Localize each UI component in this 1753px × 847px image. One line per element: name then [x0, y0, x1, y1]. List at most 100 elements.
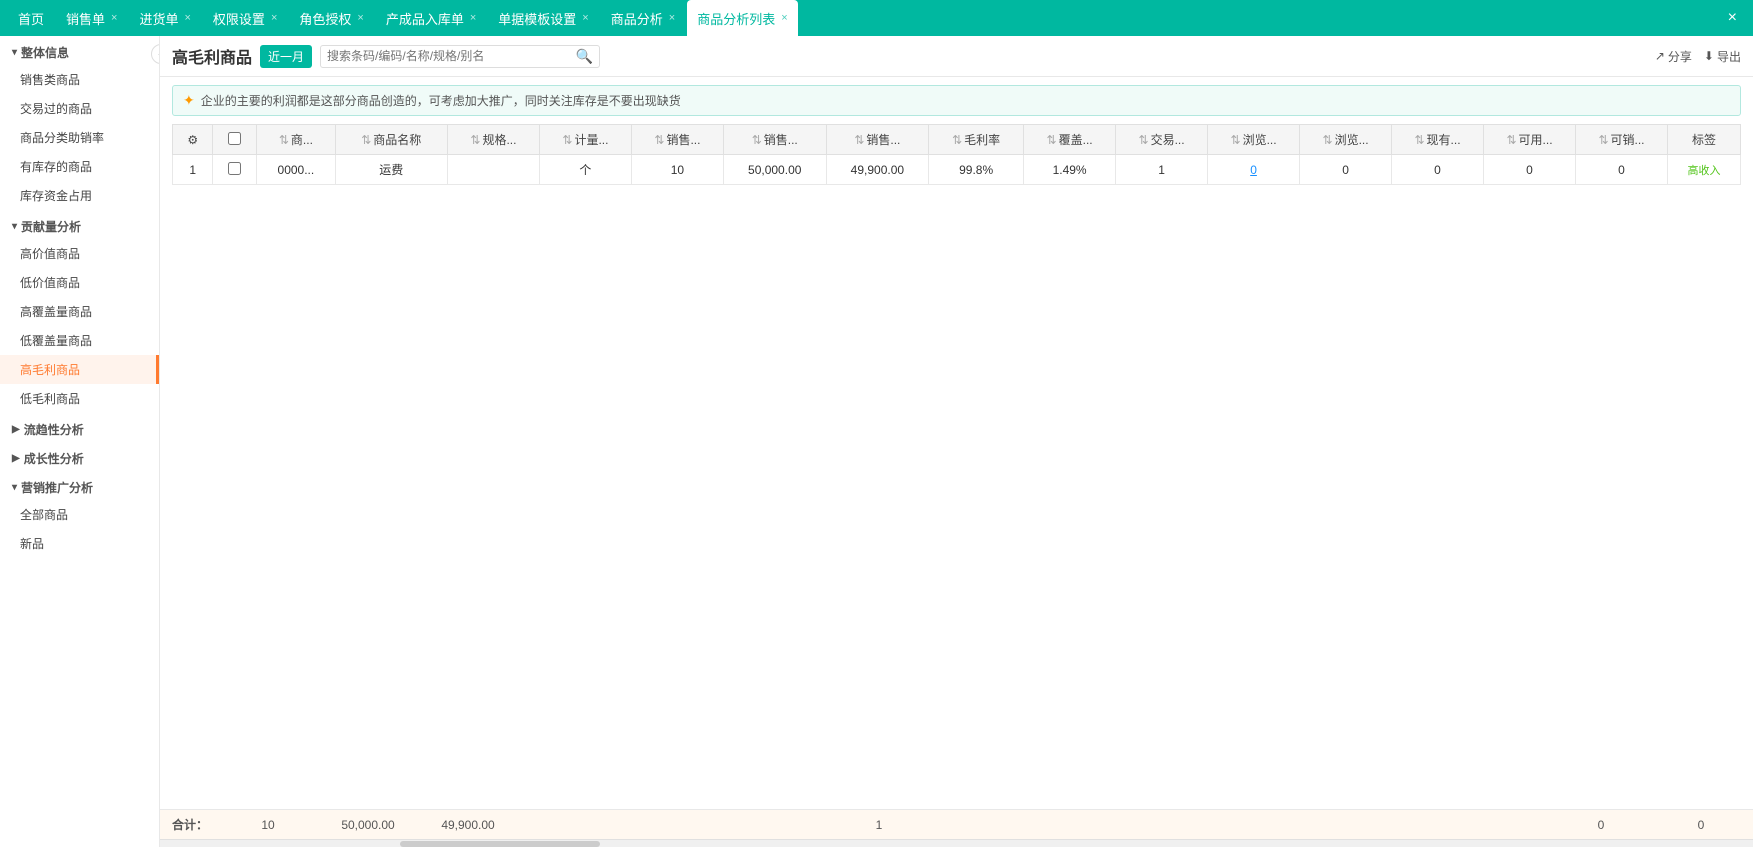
- header-actions: ↗ 分享 ⬇ 导出: [1655, 48, 1741, 65]
- roles-label: 角色授权: [299, 9, 351, 28]
- close-analysis-list-icon[interactable]: ×: [781, 12, 787, 24]
- high-value-label: 高价值商品: [20, 247, 80, 261]
- col-checkbox[interactable]: [213, 125, 257, 155]
- sort-icon: ⇅: [654, 133, 664, 147]
- cell-browse1[interactable]: 0: [1208, 155, 1300, 185]
- share-button[interactable]: ↗ 分享: [1655, 48, 1692, 65]
- search-input[interactable]: [327, 49, 572, 63]
- nav-tab-roles[interactable]: 角色授权 ×: [289, 0, 373, 36]
- scrollbar-thumb[interactable]: [400, 841, 600, 847]
- sidebar-group-trend[interactable]: ▶ 流趋性分析: [0, 413, 159, 442]
- sidebar-group-contribution[interactable]: ▾ 贡献量分析: [0, 210, 159, 239]
- trend-arrow-icon: ▶: [12, 424, 20, 435]
- cell-unit: 个: [539, 155, 631, 185]
- sidebar-item-new-products[interactable]: 新品: [0, 529, 159, 558]
- close-roles-icon[interactable]: ×: [357, 12, 363, 24]
- sort-icon: ⇅: [854, 133, 864, 147]
- col-sales-amount[interactable]: ⇅ 销售...: [723, 125, 826, 155]
- close-purchase-icon[interactable]: ×: [184, 12, 190, 24]
- low-margin-label: 低毛利商品: [20, 392, 80, 406]
- cell-seq: 1: [173, 155, 213, 185]
- nav-tab-finished-goods[interactable]: 产成品入库单 ×: [376, 0, 486, 36]
- export-icon: ⬇: [1704, 49, 1714, 63]
- close-sales-icon[interactable]: ×: [111, 12, 117, 24]
- close-permissions-icon[interactable]: ×: [271, 12, 277, 24]
- col-coverage[interactable]: ⇅ 覆盖...: [1024, 125, 1116, 155]
- col-margin-rate[interactable]: ⇅ 毛利率: [929, 125, 1024, 155]
- col-available[interactable]: ⇅ 可用...: [1484, 125, 1576, 155]
- growth-group-label: 成长性分析: [24, 450, 84, 467]
- nav-tab-product-analysis[interactable]: 商品分析 ×: [601, 0, 685, 36]
- export-button[interactable]: ⬇ 导出: [1704, 48, 1741, 65]
- close-template-icon[interactable]: ×: [582, 12, 588, 24]
- sidebar-item-sales-products[interactable]: 销售类商品: [0, 65, 159, 94]
- sort-icon: ⇅: [1139, 133, 1149, 147]
- footer-current-stock: 0: [1561, 818, 1641, 832]
- close-finished-goods-icon[interactable]: ×: [470, 12, 476, 24]
- sidebar-item-in-stock[interactable]: 有库存的商品: [0, 152, 159, 181]
- col-transactions[interactable]: ⇅ 交易...: [1116, 125, 1208, 155]
- contribution-group-label: 贡献量分析: [21, 218, 81, 235]
- sidebar-group-growth[interactable]: ▶ 成长性分析: [0, 442, 159, 471]
- col-sales-cost[interactable]: ⇅ 销售...: [826, 125, 929, 155]
- sidebar-item-category-rate[interactable]: 商品分类助销率: [0, 123, 159, 152]
- col-code[interactable]: ⇅ 商...: [257, 125, 335, 155]
- col-settings[interactable]: ⚙: [173, 125, 213, 155]
- horizontal-scrollbar[interactable]: [160, 839, 1753, 847]
- footer-sales-qty: 10: [228, 818, 308, 832]
- nav-tab-template-settings[interactable]: 单据模板设置 ×: [488, 0, 598, 36]
- sort-icon: ⇅: [1231, 133, 1241, 147]
- sidebar-item-high-coverage[interactable]: 高覆盖量商品: [0, 297, 159, 326]
- window-close-button[interactable]: ×: [1720, 9, 1745, 27]
- nav-tab-sales[interactable]: 销售单 ×: [56, 0, 127, 36]
- sidebar-item-traded-products[interactable]: 交易过的商品: [0, 94, 159, 123]
- period-button[interactable]: 近一月: [260, 45, 312, 68]
- col-current-stock[interactable]: ⇅ 现有...: [1392, 125, 1484, 155]
- search-box: 🔍: [320, 45, 600, 68]
- cell-sellable: 0: [1576, 155, 1668, 185]
- col-sales-qty[interactable]: ⇅ 销售...: [631, 125, 723, 155]
- sidebar-item-stock-capital[interactable]: 库存资金占用: [0, 181, 159, 210]
- col-spec[interactable]: ⇅ 规格...: [447, 125, 539, 155]
- tip-text: 企业的主要的利润都是这部分商品创造的，可考虑加大推广，同时关注库存是不要出现缺货: [201, 92, 681, 109]
- search-icon[interactable]: 🔍: [576, 48, 593, 65]
- col-name[interactable]: ⇅ 商品名称: [335, 125, 447, 155]
- sidebar-group-marketing[interactable]: ▾ 营销推广分析: [0, 471, 159, 500]
- footer-label: 合计：: [172, 816, 208, 833]
- col-sellable[interactable]: ⇅ 可销...: [1576, 125, 1668, 155]
- col-browse1[interactable]: ⇅ 浏览...: [1208, 125, 1300, 155]
- row-checkbox[interactable]: [228, 162, 241, 175]
- table-header-row: ⚙ ⇅ 商...: [173, 125, 1741, 155]
- table-container: ⚙ ⇅ 商...: [172, 124, 1741, 809]
- cell-code: 0000...: [257, 155, 335, 185]
- sidebar-item-low-coverage[interactable]: 低覆盖量商品: [0, 326, 159, 355]
- template-settings-label: 单据模板设置: [498, 9, 576, 28]
- col-tag[interactable]: 标签: [1667, 125, 1740, 155]
- select-all-checkbox[interactable]: [228, 132, 241, 145]
- nav-tab-home[interactable]: 首页: [8, 0, 54, 36]
- marketing-group-label: 营销推广分析: [21, 479, 93, 496]
- contribution-arrow-icon: ▾: [12, 221, 17, 232]
- sidebar-item-low-value[interactable]: 低价值商品: [0, 268, 159, 297]
- sort-icon: ⇅: [1414, 133, 1424, 147]
- sidebar-item-high-value[interactable]: 高价值商品: [0, 239, 159, 268]
- sidebar-item-all-products[interactable]: 全部商品: [0, 500, 159, 529]
- sidebar-group-overview[interactable]: ▾ 整体信息: [0, 36, 159, 65]
- tip-bar: ✦ 企业的主要的利润都是这部分商品创造的，可考虑加大推广，同时关注库存是不要出现…: [172, 85, 1741, 116]
- cell-browse2: 0: [1300, 155, 1392, 185]
- low-value-label: 低价值商品: [20, 276, 80, 290]
- nav-tab-analysis-list[interactable]: 商品分析列表 ×: [687, 0, 797, 36]
- stock-capital-label: 库存资金占用: [20, 189, 92, 203]
- sidebar-item-high-margin[interactable]: 高毛利商品: [0, 355, 159, 384]
- col-unit[interactable]: ⇅ 计量...: [539, 125, 631, 155]
- close-product-analysis-icon[interactable]: ×: [669, 12, 675, 24]
- cell-spec: [447, 155, 539, 185]
- sort-icon: ⇅: [562, 133, 572, 147]
- cell-checkbox[interactable]: [213, 155, 257, 185]
- sort-icon: ⇅: [1047, 133, 1057, 147]
- sidebar-item-low-margin[interactable]: 低毛利商品: [0, 384, 159, 413]
- nav-tab-purchase[interactable]: 进货单 ×: [129, 0, 200, 36]
- cell-coverage: 1.49%: [1024, 155, 1116, 185]
- col-browse2[interactable]: ⇅ 浏览...: [1300, 125, 1392, 155]
- nav-tab-permissions[interactable]: 权限设置 ×: [203, 0, 287, 36]
